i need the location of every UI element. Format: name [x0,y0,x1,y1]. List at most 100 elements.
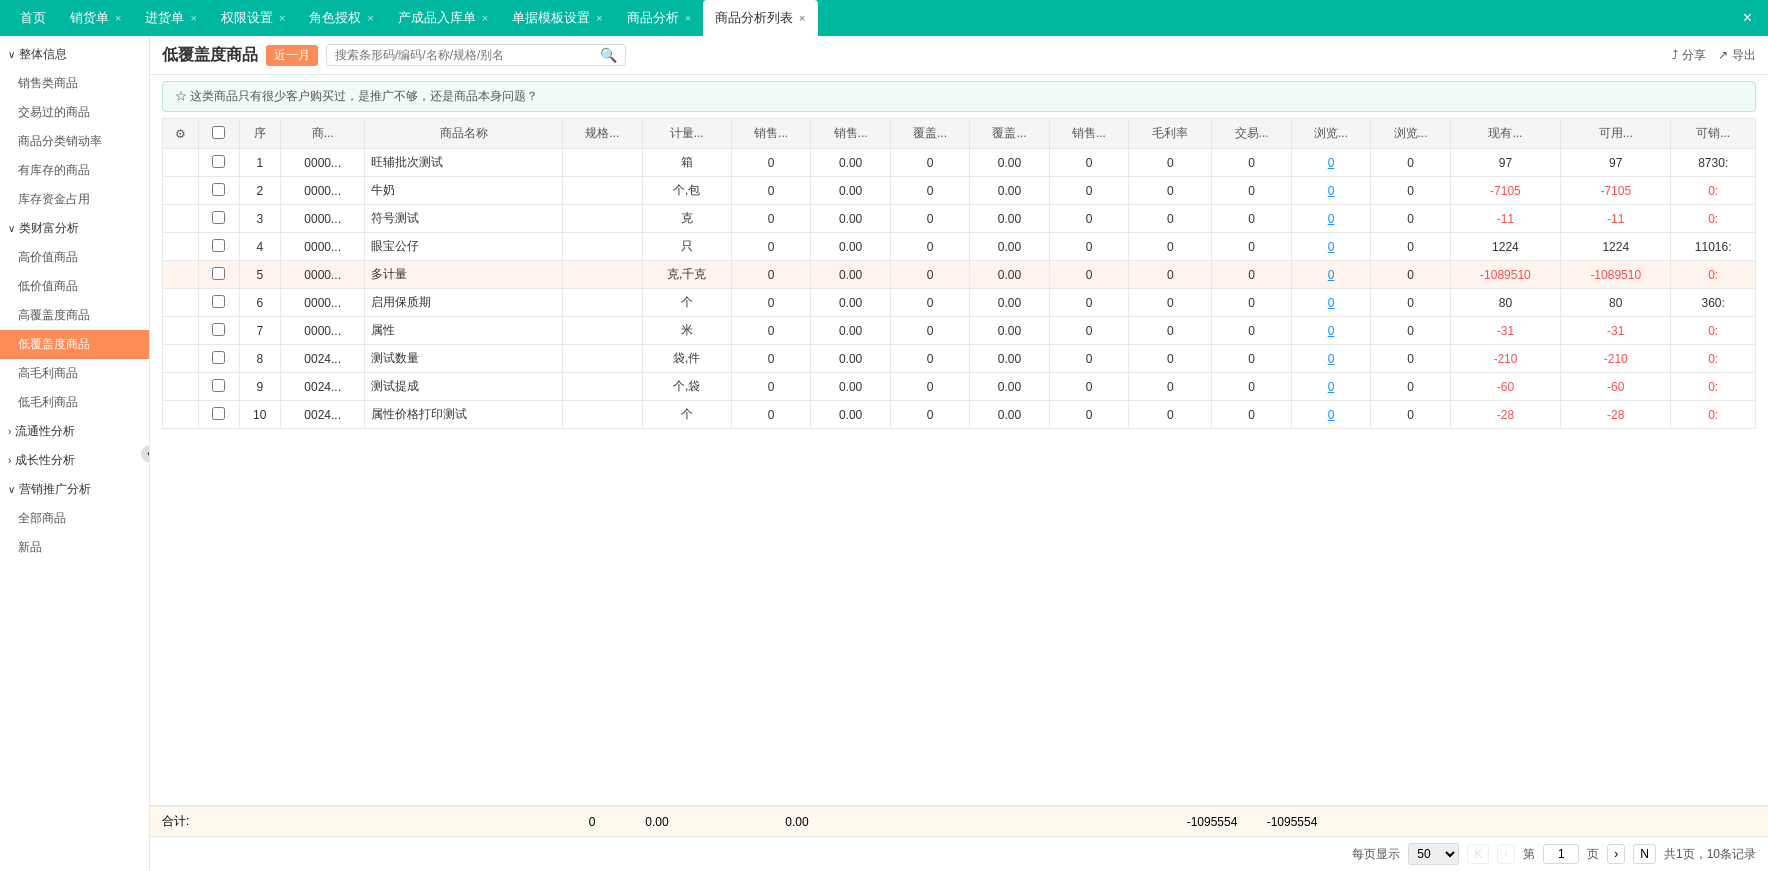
share-button[interactable]: ⤴ 分享 [1672,47,1706,64]
coverage-b-column-header[interactable]: 覆盖... [970,119,1049,149]
available-column-header[interactable]: 可用... [1561,119,1671,149]
browse-a-cell[interactable]: 0 [1291,317,1370,345]
sidebar-item-low-margin[interactable]: 低毛利商品 [0,388,149,417]
current-page-input[interactable] [1543,844,1579,864]
nav-tab-product-analysis[interactable]: 商品分析 × [615,0,703,36]
browse-a-cell[interactable]: 0 [1291,261,1370,289]
close-sales-tab[interactable]: × [115,12,121,24]
date-filter-button[interactable]: 近一月 [266,45,318,66]
row-checkbox[interactable] [212,155,225,168]
browse-a-cell[interactable]: 0 [1291,345,1370,373]
prev-page-button[interactable]: ‹ [1497,844,1515,864]
settings-column-header[interactable]: ⚙ [163,119,199,149]
close-permissions-tab[interactable]: × [279,12,285,24]
nav-tab-product-entry[interactable]: 产成品入库单 × [386,0,500,36]
checkbox-cell[interactable] [199,205,240,233]
browse-a-cell[interactable]: 0 [1291,289,1370,317]
row-checkbox[interactable] [212,239,225,252]
row-checkbox[interactable] [212,183,225,196]
nav-tab-role-auth[interactable]: 角色授权 × [297,0,385,36]
nav-tab-permissions[interactable]: 权限设置 × [209,0,297,36]
last-page-button[interactable]: N [1633,844,1656,864]
close-all-tabs-button[interactable]: × [1735,9,1760,27]
saleable-column-header[interactable]: 可销... [1671,119,1756,149]
close-product-analysis-tab[interactable]: × [685,12,691,24]
browse-a-cell[interactable]: 0 [1291,373,1370,401]
checkbox-cell[interactable] [199,177,240,205]
row-checkbox[interactable] [212,407,225,420]
sidebar-item-high-margin[interactable]: 高毛利商品 [0,359,149,388]
sidebar-item-new-products[interactable]: 新品 [0,533,149,562]
spec-cell [563,401,642,429]
browse-a-cell[interactable]: 0 [1291,233,1370,261]
sidebar-item-low-coverage[interactable]: 低覆盖度商品 [0,330,149,359]
checkbox-cell[interactable] [199,261,240,289]
checkbox-cell[interactable] [199,149,240,177]
gross-margin-column-header[interactable]: 毛利率 [1129,119,1212,149]
trade-column-header[interactable]: 交易... [1212,119,1291,149]
page-size-select[interactable]: 50 100 200 [1408,843,1459,865]
checkbox-cell[interactable] [199,289,240,317]
first-page-button[interactable]: K [1467,844,1489,864]
close-product-analysis-list-tab[interactable]: × [799,12,805,24]
checkbox-cell[interactable] [199,401,240,429]
sales-amount-column-header[interactable]: 销售... [811,119,890,149]
nav-tab-purchase[interactable]: 进货单 × [133,0,208,36]
sidebar-item-low-value[interactable]: 低价值商品 [0,272,149,301]
unit-column-header[interactable]: 计量... [642,119,731,149]
close-purchase-tab[interactable]: × [190,12,196,24]
nav-tab-template[interactable]: 单据模板设置 × [500,0,614,36]
row-checkbox[interactable] [212,267,225,280]
browse-a-column-header[interactable]: 浏览... [1291,119,1370,149]
row-checkbox[interactable] [212,351,225,364]
checkbox-cell[interactable] [199,317,240,345]
sidebar-item-stock-value[interactable]: 库存资金占用 [0,185,149,214]
checkbox-column-header[interactable] [199,119,240,149]
sidebar-section-circulation[interactable]: › 流通性分析 [0,417,149,446]
search-input[interactable] [335,48,600,62]
export-button[interactable]: ↗ 导出 [1718,47,1756,64]
checkbox-cell[interactable] [199,373,240,401]
coverage-a-column-header[interactable]: 覆盖... [890,119,969,149]
sales-qty-column-header[interactable]: 销售... [731,119,810,149]
row-checkbox[interactable] [212,295,225,308]
browse-a-cell[interactable]: 0 [1291,205,1370,233]
total-label: 合计: [162,813,242,830]
checkbox-cell[interactable] [199,233,240,261]
close-role-auth-tab[interactable]: × [367,12,373,24]
nav-tab-home[interactable]: 首页 [8,0,58,36]
sidebar-item-high-value[interactable]: 高价值商品 [0,243,149,272]
sidebar-section-overall[interactable]: ∨ 整体信息 [0,40,149,69]
sidebar-item-sales-products[interactable]: 销售类商品 [0,69,149,98]
checkbox-cell[interactable] [199,345,240,373]
name-column-header[interactable]: 商品名称 [365,119,563,149]
next-page-button[interactable]: › [1607,844,1625,864]
sidebar-item-in-stock[interactable]: 有库存的商品 [0,156,149,185]
sales-c-column-header[interactable]: 销售... [1049,119,1128,149]
select-all-checkbox[interactable] [212,126,225,139]
sidebar-item-traded-products[interactable]: 交易过的商品 [0,98,149,127]
search-icon[interactable]: 🔍 [600,47,617,63]
row-checkbox[interactable] [212,379,225,392]
current-stock-column-header[interactable]: 现有... [1450,119,1560,149]
close-template-tab[interactable]: × [596,12,602,24]
sidebar-section-quality[interactable]: ∨ 类财富分析 [0,214,149,243]
spec-column-header[interactable]: 规格... [563,119,642,149]
row-checkbox[interactable] [212,211,225,224]
nav-tab-sales[interactable]: 销货单 × [58,0,133,36]
browse-b-column-header[interactable]: 浏览... [1371,119,1450,149]
sidebar-section-growth[interactable]: › 成长性分析 [0,446,149,475]
nav-tab-product-analysis-list[interactable]: 商品分析列表 × [703,0,817,36]
sidebar-item-sales-growth[interactable]: 商品分类销动率 [0,127,149,156]
page-label: 页 [1587,846,1599,863]
browse-a-cell[interactable]: 0 [1291,149,1370,177]
close-product-entry-tab[interactable]: × [482,12,488,24]
sidebar-item-all-products[interactable]: 全部商品 [0,504,149,533]
browse-a-cell[interactable]: 0 [1291,177,1370,205]
row-checkbox[interactable] [212,323,225,336]
code-column-header[interactable]: 商... [280,119,364,149]
browse-a-cell[interactable]: 0 [1291,401,1370,429]
name-cell: 旺辅批次测试 [365,149,563,177]
sidebar-section-marketing[interactable]: ∨ 营销推广分析 [0,475,149,504]
sidebar-item-high-coverage[interactable]: 高覆盖度商品 [0,301,149,330]
